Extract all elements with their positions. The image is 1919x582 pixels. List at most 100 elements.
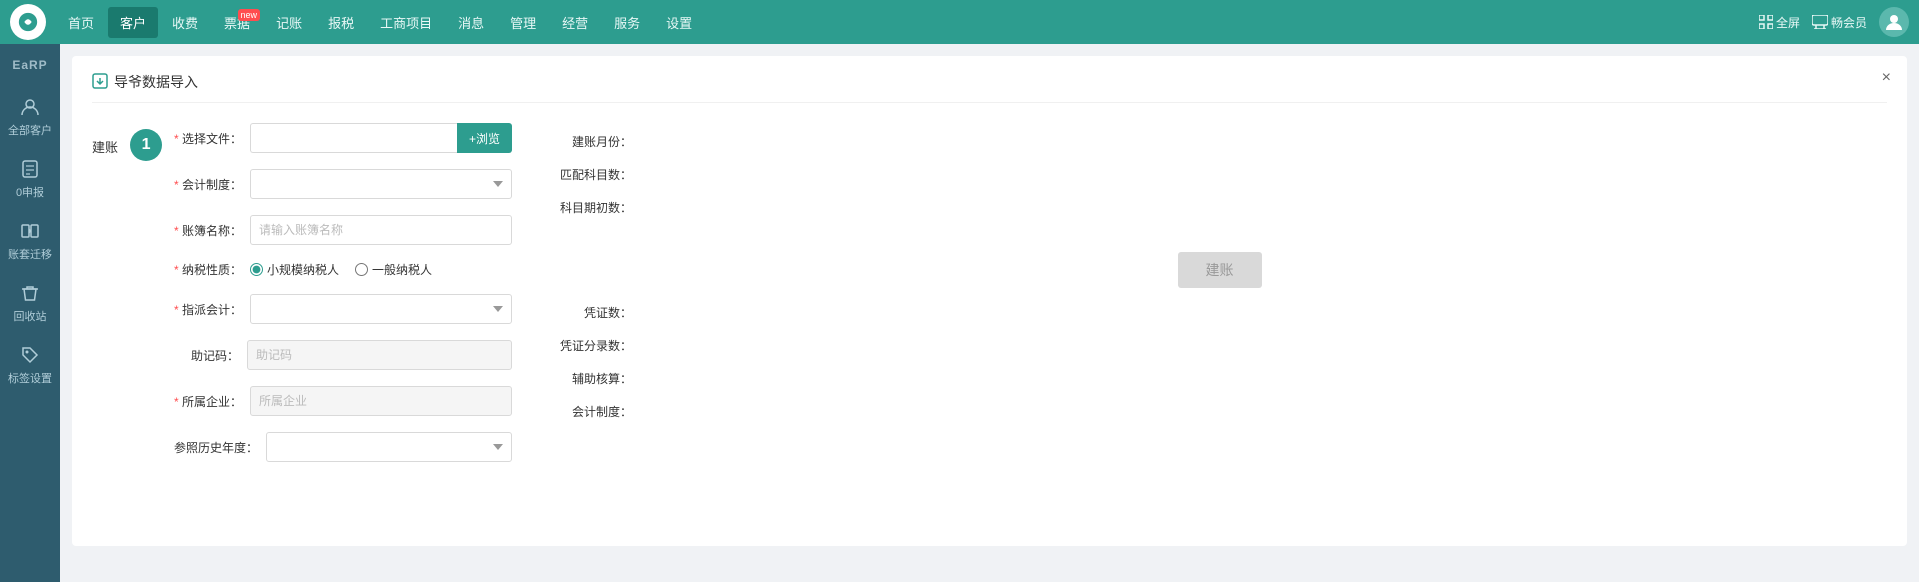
ledger-name-label: * 账簿名称：	[174, 222, 242, 239]
nav-services[interactable]: 服务	[602, 7, 652, 38]
tax-type-row: * 纳税性质： 小规模纳税人 一般纳税人	[174, 261, 512, 278]
voucher-count-label: 凭证数：	[552, 304, 632, 321]
top-navigation: 首页 客户 收费 票据 new 记账 报税 工商项目 消息 管理 经营 服务 设…	[0, 0, 1919, 44]
sidebar-item-recycle[interactable]: 回收站	[4, 274, 56, 332]
member-label: 畅会员	[1831, 14, 1867, 31]
nav-menu: 首页 客户 收费 票据 new 记账 报税 工商项目 消息 管理 经营 服务 设…	[56, 7, 1759, 38]
right-accounting-system-field: 会计制度：	[552, 403, 1887, 420]
accounting-system-select[interactable]	[250, 169, 512, 199]
person-icon	[19, 96, 41, 118]
tax-option-general[interactable]: 一般纳税人	[355, 261, 432, 278]
sidebar-item-report[interactable]: 0申报	[4, 150, 56, 208]
form-section-left: 建账 1 * 选择文件： +浏览	[92, 123, 512, 478]
tax-type-label: * 纳税性质：	[174, 261, 242, 278]
migrate-icon	[19, 220, 41, 242]
memo-input[interactable]	[247, 340, 512, 370]
memo-row: 助记码：	[174, 340, 512, 370]
voucher-entries-label: 凭证分录数：	[552, 337, 632, 354]
sidebar-label-tag-settings: 标签设置	[8, 370, 52, 386]
initial-subjects-label: 科目期初数：	[552, 199, 632, 216]
accountant-label: * 指派会计：	[174, 301, 242, 318]
step-label: 建账	[92, 137, 118, 156]
nav-messages[interactable]: 消息	[446, 7, 496, 38]
aux-accounting-field: 辅助核算：	[552, 370, 1887, 387]
accountant-row: * 指派会计：	[174, 294, 512, 324]
dialog-title: 导爷数据导入	[114, 72, 198, 92]
history-year-label: 参照历史年度：	[174, 439, 258, 456]
history-year-row: 参照历史年度：	[174, 432, 512, 462]
trash-icon	[19, 282, 41, 304]
build-account-button[interactable]: 建账	[1178, 252, 1262, 288]
sidebar: EaRP 全部客户 0申报 账套迁移 回收站	[0, 44, 60, 582]
memo-label: 助记码：	[174, 347, 239, 364]
fullscreen-label: 全屏	[1776, 14, 1800, 31]
app-logo[interactable]	[10, 4, 46, 40]
history-year-select[interactable]	[266, 432, 512, 462]
tax-option-small[interactable]: 小规模纳税人	[250, 261, 339, 278]
sidebar-label-all-clients: 全部客户	[8, 122, 52, 138]
voucher-count-field: 凭证数：	[552, 304, 1887, 321]
file-input-group: +浏览	[250, 123, 512, 153]
tax-radio-general[interactable]	[355, 263, 368, 276]
sidebar-item-tag-settings[interactable]: 标签设置	[4, 336, 56, 394]
nav-operations[interactable]: 经营	[550, 7, 600, 38]
dialog-header: 导爷数据导入	[92, 72, 1887, 103]
nav-manage[interactable]: 管理	[498, 7, 548, 38]
company-label: * 所属企业：	[174, 393, 242, 410]
file-row: * 选择文件： +浏览	[174, 123, 512, 153]
report-icon	[19, 158, 41, 180]
tax-radio-small[interactable]	[250, 263, 263, 276]
nav-home[interactable]: 首页	[56, 7, 106, 38]
tag-icon	[19, 344, 41, 366]
nav-right-actions: 全屏 畅会员	[1759, 7, 1909, 37]
setup-month-label: 建账月份：	[552, 133, 632, 150]
accountant-select[interactable]	[250, 294, 512, 324]
initial-subjects-field: 科目期初数：	[552, 199, 1887, 216]
accounting-system-row: * 会计制度：	[174, 169, 512, 199]
aux-accounting-label: 辅助核算：	[552, 370, 632, 387]
tax-label-general: 一般纳税人	[372, 261, 432, 278]
accounting-system-label: * 会计制度：	[174, 176, 242, 193]
match-subjects-label: 匹配科目数：	[552, 166, 632, 183]
setup-month-field: 建账月份：	[552, 133, 1887, 150]
import-icon	[92, 73, 108, 92]
earp-logo: EaRP	[12, 58, 47, 74]
nav-invoice[interactable]: 票据 new	[212, 7, 262, 38]
nav-accounts[interactable]: 记账	[264, 7, 314, 38]
right-accounting-system-label: 会计制度：	[552, 403, 632, 420]
sidebar-label-recycle: 回收站	[14, 308, 47, 324]
file-input[interactable]	[250, 123, 457, 153]
sidebar-label-report: 0申报	[16, 184, 44, 200]
sidebar-item-all-clients[interactable]: 全部客户	[4, 88, 56, 146]
form-fields: * 选择文件： +浏览 * 会计制度：	[174, 123, 512, 478]
company-input[interactable]	[250, 386, 512, 416]
sidebar-label-account-migrate: 账套迁移	[8, 246, 52, 262]
form-layout: 建账 1 * 选择文件： +浏览	[92, 123, 1887, 478]
match-subjects-field: 匹配科目数：	[552, 166, 1887, 183]
nav-clients[interactable]: 客户	[108, 7, 158, 38]
company-row: * 所属企业：	[174, 386, 512, 416]
voucher-entries-field: 凭证分录数：	[552, 337, 1887, 354]
ledger-name-row: * 账簿名称：	[174, 215, 512, 245]
import-dialog: 导爷数据导入 × 建账 1 * 选择文件：	[72, 56, 1907, 546]
main-layout: EaRP 全部客户 0申报 账套迁移 回收站	[0, 44, 1919, 582]
user-avatar[interactable]	[1879, 7, 1909, 37]
content-area: 导爷数据导入 × 建账 1 * 选择文件：	[60, 44, 1919, 582]
ledger-name-input[interactable]	[250, 215, 512, 245]
close-button[interactable]: ×	[1882, 70, 1891, 86]
member-button[interactable]: 畅会员	[1812, 14, 1867, 31]
sidebar-item-account-migrate[interactable]: 账套迁移	[4, 212, 56, 270]
invoice-badge: new	[238, 9, 261, 21]
browse-button[interactable]: +浏览	[457, 123, 512, 153]
file-label: * 选择文件：	[174, 130, 242, 147]
tax-label-small: 小规模纳税人	[267, 261, 339, 278]
step-section: 建账 1 * 选择文件： +浏览	[92, 123, 512, 478]
nav-billing[interactable]: 收费	[160, 7, 210, 38]
nav-tax[interactable]: 报税	[316, 7, 366, 38]
tax-type-radio-group: 小规模纳税人 一般纳税人	[250, 261, 512, 278]
nav-commerce[interactable]: 工商项目	[368, 7, 444, 38]
fullscreen-button[interactable]: 全屏	[1759, 14, 1800, 31]
nav-settings[interactable]: 设置	[654, 7, 704, 38]
form-section-right: 建账月份： 匹配科目数： 科目期初数： 建账	[552, 123, 1887, 478]
step-circle: 1	[130, 129, 162, 161]
